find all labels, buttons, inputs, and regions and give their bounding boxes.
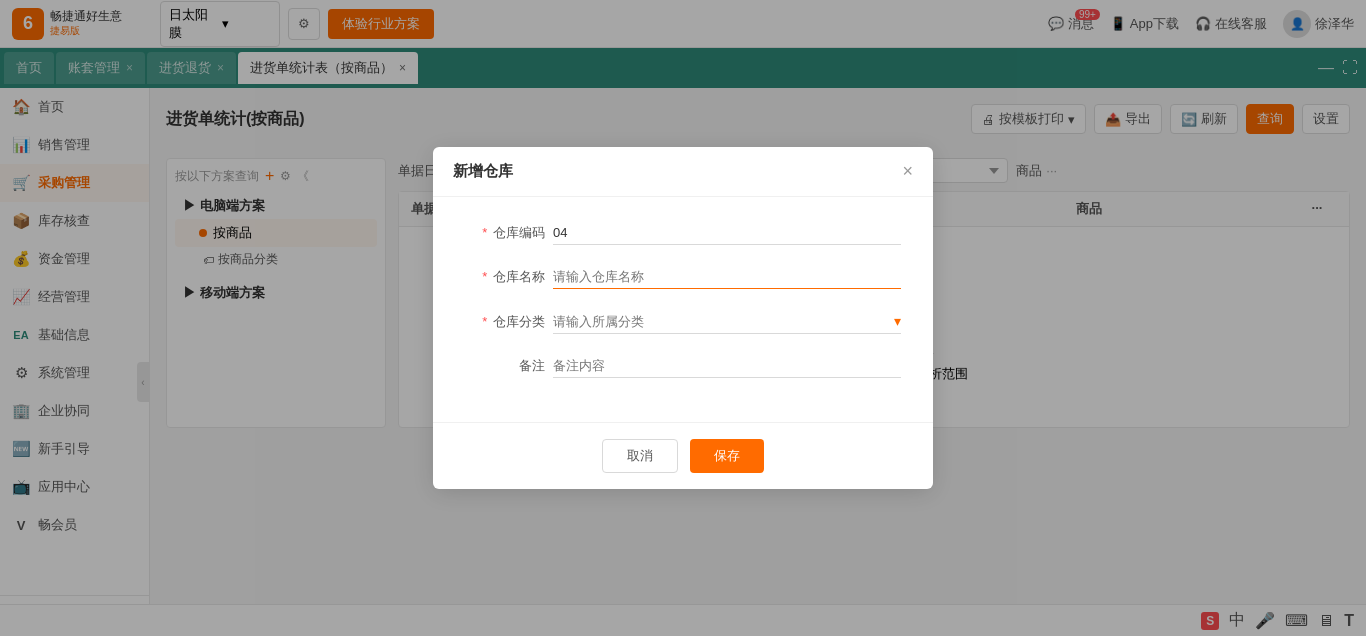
save-button[interactable]: 保存 — [690, 439, 764, 473]
form-row-code: * 仓库编码 — [465, 221, 901, 245]
add-warehouse-modal: 新增仓库 × * 仓库编码 * 仓库名称 — [433, 147, 933, 489]
modal-footer: 取消 保存 — [433, 422, 933, 489]
modal-overlay: 新增仓库 × * 仓库编码 * 仓库名称 — [0, 0, 1366, 636]
required-mark-code: * — [482, 225, 487, 240]
modal-body: * 仓库编码 * 仓库名称 * 仓库分类 — [433, 197, 933, 422]
modal-header: 新增仓库 × — [433, 147, 933, 197]
form-remark-label: 备注 — [465, 357, 545, 375]
required-mark-name: * — [482, 269, 487, 284]
form-category-label: * 仓库分类 — [465, 313, 545, 331]
form-row-category: * 仓库分类 ▾ — [465, 309, 901, 334]
warehouse-remark-input[interactable] — [553, 354, 901, 378]
modal-title: 新增仓库 — [453, 162, 513, 181]
cancel-button[interactable]: 取消 — [602, 439, 678, 473]
form-row-remark: 备注 — [465, 354, 901, 378]
warehouse-category-input[interactable] — [553, 314, 894, 329]
required-mark-category: * — [482, 314, 487, 329]
warehouse-category-select-wrap[interactable]: ▾ — [553, 309, 901, 334]
form-row-name: * 仓库名称 — [465, 265, 901, 289]
form-name-label: * 仓库名称 — [465, 268, 545, 286]
warehouse-name-input[interactable] — [553, 265, 901, 289]
category-dropdown-icon[interactable]: ▾ — [894, 313, 901, 329]
warehouse-code-input[interactable] — [553, 221, 901, 245]
form-code-label: * 仓库编码 — [465, 224, 545, 242]
modal-close-button[interactable]: × — [902, 161, 913, 182]
